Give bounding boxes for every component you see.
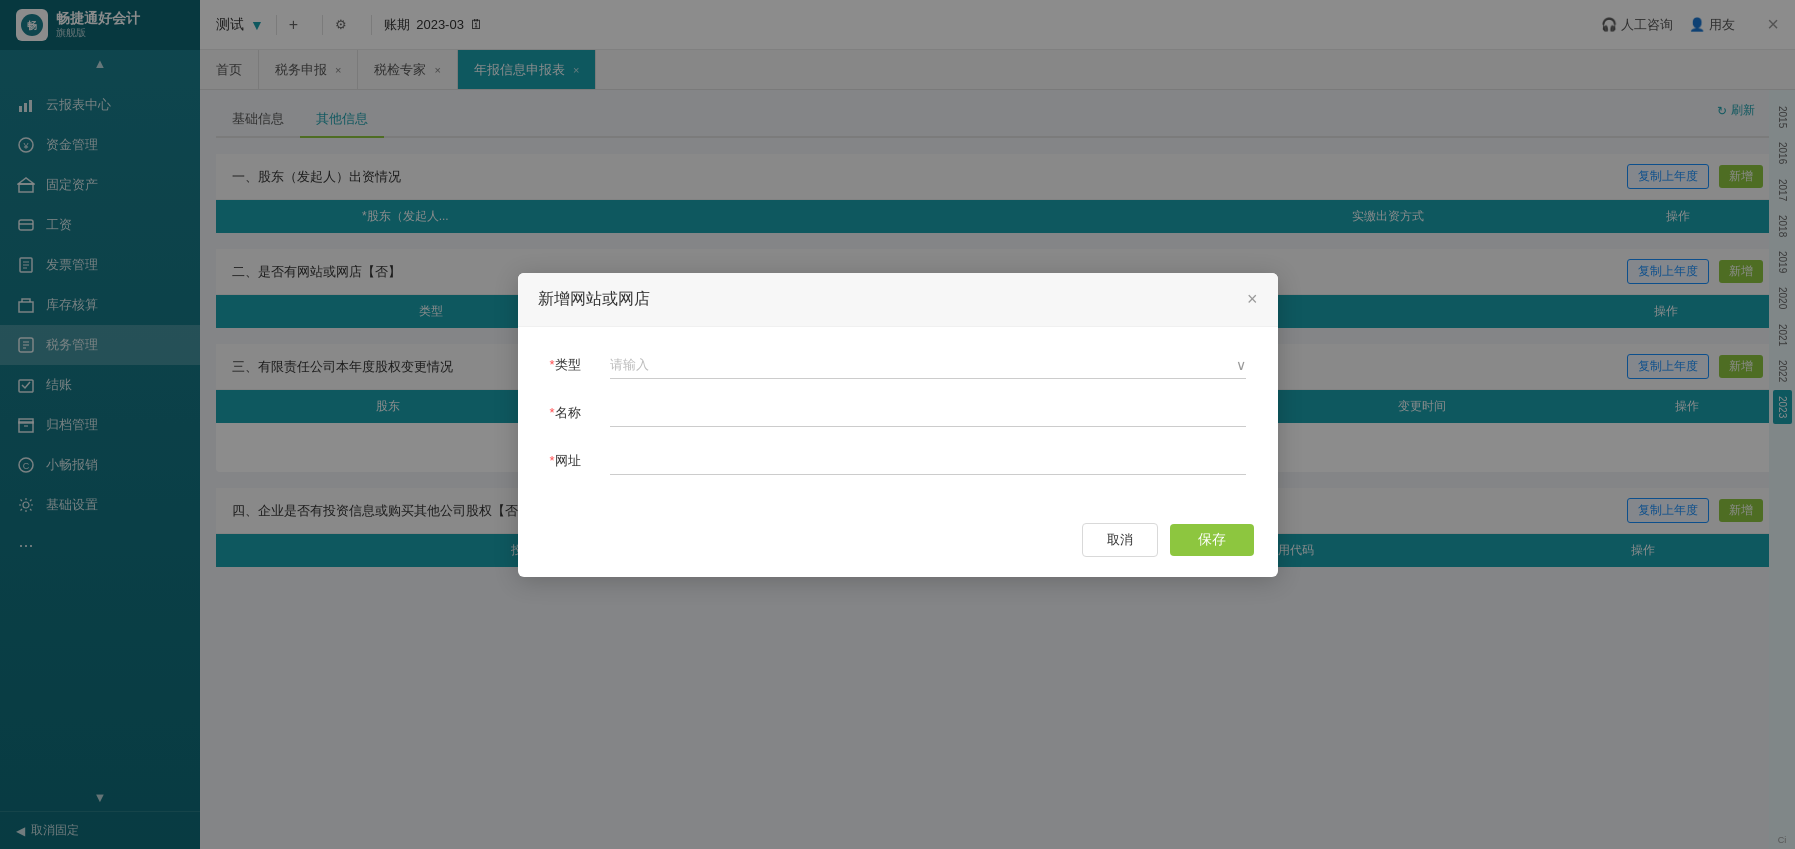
url-input[interactable] <box>610 447 1246 475</box>
dialog-footer: 取消 保存 <box>518 511 1278 577</box>
dialog-body: *类型 ∨ *名称 *网址 <box>518 327 1278 511</box>
name-input[interactable] <box>610 399 1246 427</box>
add-website-dialog: 新增网站或网店 × *类型 ∨ *名称 *网址 <box>518 273 1278 577</box>
form-row-url: *网址 <box>550 447 1246 475</box>
cancel-btn[interactable]: 取消 <box>1082 523 1158 557</box>
dialog-header: 新增网站或网店 × <box>518 273 1278 327</box>
form-row-type: *类型 ∨ <box>550 351 1246 379</box>
type-input[interactable] <box>610 351 1246 379</box>
form-label-name: *名称 <box>550 404 610 422</box>
form-input-wrap-url <box>610 447 1246 475</box>
save-btn[interactable]: 保存 <box>1170 524 1254 556</box>
form-label-url: *网址 <box>550 452 610 470</box>
dialog-title: 新增网站或网店 <box>538 289 650 310</box>
dialog-close-btn[interactable]: × <box>1247 289 1258 310</box>
form-input-wrap-name <box>610 399 1246 427</box>
form-label-type: *类型 <box>550 356 610 374</box>
form-row-name: *名称 <box>550 399 1246 427</box>
form-input-wrap-type: ∨ <box>610 351 1246 379</box>
